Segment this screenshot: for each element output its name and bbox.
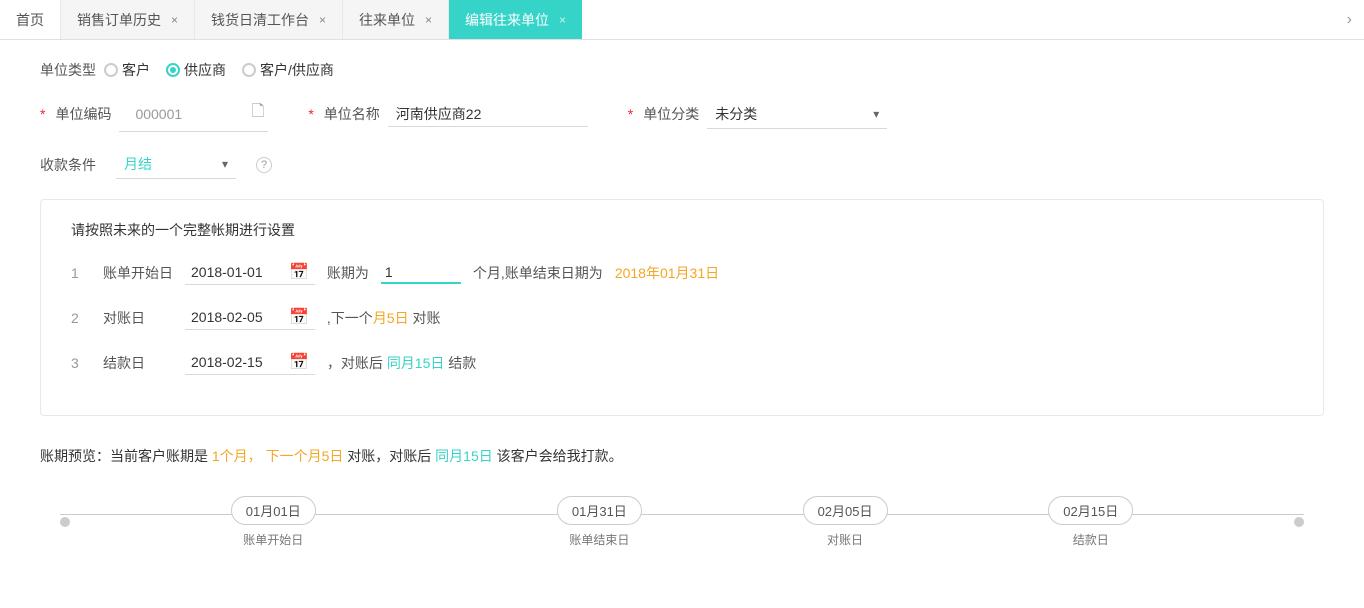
tab-edit-contacts-close[interactable]: ×	[559, 13, 566, 27]
settlement-date-input[interactable]	[191, 354, 281, 370]
tab-sales-history[interactable]: 销售订单历史 ×	[61, 0, 195, 39]
unit-category-group: * 单位分类 未分类 ▾	[628, 100, 887, 129]
timeline-badge-1: 01月01日	[231, 496, 316, 525]
payment-terms-select[interactable]: 月结 ▾	[116, 150, 236, 179]
tab-home[interactable]: 首页	[0, 0, 61, 39]
unit-code-icon[interactable]: 🗋	[251, 100, 264, 127]
tab-contacts[interactable]: 往来单位 ×	[343, 0, 449, 39]
period-num-1: 1	[71, 265, 91, 281]
payment-terms-label: 收款条件	[40, 155, 96, 175]
unit-code-label: 单位编码	[55, 104, 111, 124]
start-date-calendar-icon[interactable]: 📅	[289, 262, 309, 282]
category-dropdown-arrow: ▾	[873, 107, 879, 121]
form-row-payment: 收款条件 月结 ▾ ?	[40, 150, 1324, 179]
period-unit-text: 个月,账单结束日期为	[473, 263, 603, 283]
unit-category-star: *	[628, 106, 633, 122]
timeline-label-1: 账单开始日	[243, 531, 303, 548]
radio-both-circle	[242, 63, 256, 77]
unit-type-group: 单位类型 客户 供应商 客户/供应商	[40, 60, 334, 80]
unit-code-input[interactable]	[127, 102, 247, 126]
timeline-badge-3: 02月05日	[803, 496, 888, 525]
preview-suffix: 该客户会给我打款。	[497, 448, 623, 464]
tab-arrow[interactable]: ›	[1335, 0, 1364, 39]
timeline-label-3: 对账日	[827, 531, 863, 548]
timeline-start-dot	[60, 517, 70, 527]
period-label-3: 结款日	[103, 353, 173, 373]
preview-text: 账期预览：当前客户账期是 1个月， 下一个月5日 对账，对账后 同月15日 该客…	[40, 446, 1324, 466]
tab-sales-history-close[interactable]: ×	[171, 13, 178, 27]
radio-both-label: 客户/供应商	[260, 60, 334, 80]
timeline: 01月01日 账单开始日 01月31日 账单结束日 02月05日 对账日	[40, 496, 1324, 548]
timeline-badge-2: 01月31日	[557, 496, 642, 525]
radio-customer-circle	[104, 63, 118, 77]
unit-type-label: 单位类型	[40, 60, 96, 80]
radio-supplier-label: 供应商	[184, 60, 226, 80]
unit-category-select[interactable]: 未分类 ▾	[707, 100, 887, 129]
timeline-end-dot	[1294, 517, 1304, 527]
start-date-input-group: 📅	[185, 260, 315, 285]
tab-contacts-close[interactable]: ×	[425, 13, 432, 27]
settlement-date-input-group: 📅	[185, 350, 315, 375]
unit-category-value: 未分类	[715, 104, 757, 124]
preview-part3: 同月15日	[435, 448, 496, 464]
period-row-1: 1 账单开始日 📅 账期为 个月,账单结束日期为 2018年01月31日	[71, 260, 1293, 285]
period-row-2: 2 对账日 📅 ,下一个月5日 对账	[71, 305, 1293, 330]
tab-edit-contacts[interactable]: 编辑往来单位 ×	[449, 0, 582, 39]
timeline-node-3: 02月05日 对账日	[803, 496, 888, 548]
start-date-input[interactable]	[191, 264, 281, 280]
timeline-label-2: 账单结束日	[569, 531, 629, 548]
tabs-bar: 首页 销售订单历史 × 钱货日清工作台 × 往来单位 × 编辑往来单位 × ›	[0, 0, 1364, 40]
tab-cash-work-close[interactable]: ×	[319, 13, 326, 27]
payment-terms-help[interactable]: ?	[256, 157, 272, 173]
form-row-details: * 单位编码 🗋 * 单位名称 * 单位分类 未分类 ▾	[40, 96, 1324, 132]
main-content: 单位类型 客户 供应商 客户/供应商 * 单位编码	[0, 40, 1364, 608]
preview-part1: 1个月，	[212, 448, 262, 464]
unit-name-label: 单位名称	[324, 104, 380, 124]
radio-group-unit-type: 客户 供应商 客户/供应商	[104, 60, 334, 80]
period-box-title: 请按照未来的一个完整帐期进行设置	[71, 220, 1293, 240]
period-label-1: 账单开始日	[103, 263, 173, 283]
period-num-2: 2	[71, 310, 91, 326]
radio-customer[interactable]: 客户	[104, 60, 150, 80]
reconcile-date-input-group: 📅	[185, 305, 315, 330]
period-row-3: 3 结款日 📅 ，对账后 同月15日 结款	[71, 350, 1293, 375]
unit-name-input[interactable]	[388, 102, 588, 127]
payment-terms-arrow: ▾	[222, 157, 228, 171]
radio-customer-label: 客户	[122, 60, 150, 80]
reconcile-suffix-text: ,下一个月5日 对账	[327, 308, 441, 328]
settlement-date-calendar-icon[interactable]: 📅	[289, 352, 309, 372]
form-row-unit-type: 单位类型 客户 供应商 客户/供应商	[40, 60, 1324, 80]
period-end-date: 2018年01月31日	[615, 263, 719, 283]
radio-supplier[interactable]: 供应商	[166, 60, 226, 80]
unit-name-group: * 单位名称	[308, 102, 587, 127]
preview-part2: 下一个月5日	[266, 448, 344, 464]
settlement-suffix-text: ，对账后 同月15日 结款	[327, 353, 476, 373]
payment-terms-value: 月结	[124, 154, 152, 174]
unit-code-input-wrapper: 🗋	[119, 96, 268, 132]
unit-category-label: 单位分类	[643, 104, 699, 124]
unit-code-star: *	[40, 106, 45, 122]
preview-middle: 对账，对账后	[347, 448, 431, 464]
unit-code-group: * 单位编码 🗋	[40, 96, 268, 132]
timeline-label-4: 结款日	[1073, 531, 1109, 548]
timeline-node-2: 01月31日 账单结束日	[557, 496, 642, 548]
period-label-2: 对账日	[103, 308, 173, 328]
unit-name-star: *	[308, 106, 313, 122]
preview-prefix: 账期预览：当前客户账期是	[40, 448, 208, 464]
period-value-input[interactable]	[381, 262, 461, 284]
period-label-zhangqi: 账期为	[327, 263, 369, 283]
timeline-node-1: 01月01日 账单开始日	[231, 496, 316, 548]
tab-cash-work[interactable]: 钱货日清工作台 ×	[195, 0, 343, 39]
timeline-badge-4: 02月15日	[1048, 496, 1133, 525]
period-box: 请按照未来的一个完整帐期进行设置 1 账单开始日 📅 账期为 个月,账单结束日期…	[40, 199, 1324, 416]
reconcile-date-calendar-icon[interactable]: 📅	[289, 307, 309, 327]
reconcile-date-input[interactable]	[191, 309, 281, 325]
period-num-3: 3	[71, 355, 91, 371]
radio-supplier-circle	[166, 63, 180, 77]
radio-customer-supplier[interactable]: 客户/供应商	[242, 60, 334, 80]
preview-section: 账期预览：当前客户账期是 1个月， 下一个月5日 对账，对账后 同月15日 该客…	[40, 436, 1324, 558]
timeline-node-4: 02月15日 结款日	[1048, 496, 1133, 548]
